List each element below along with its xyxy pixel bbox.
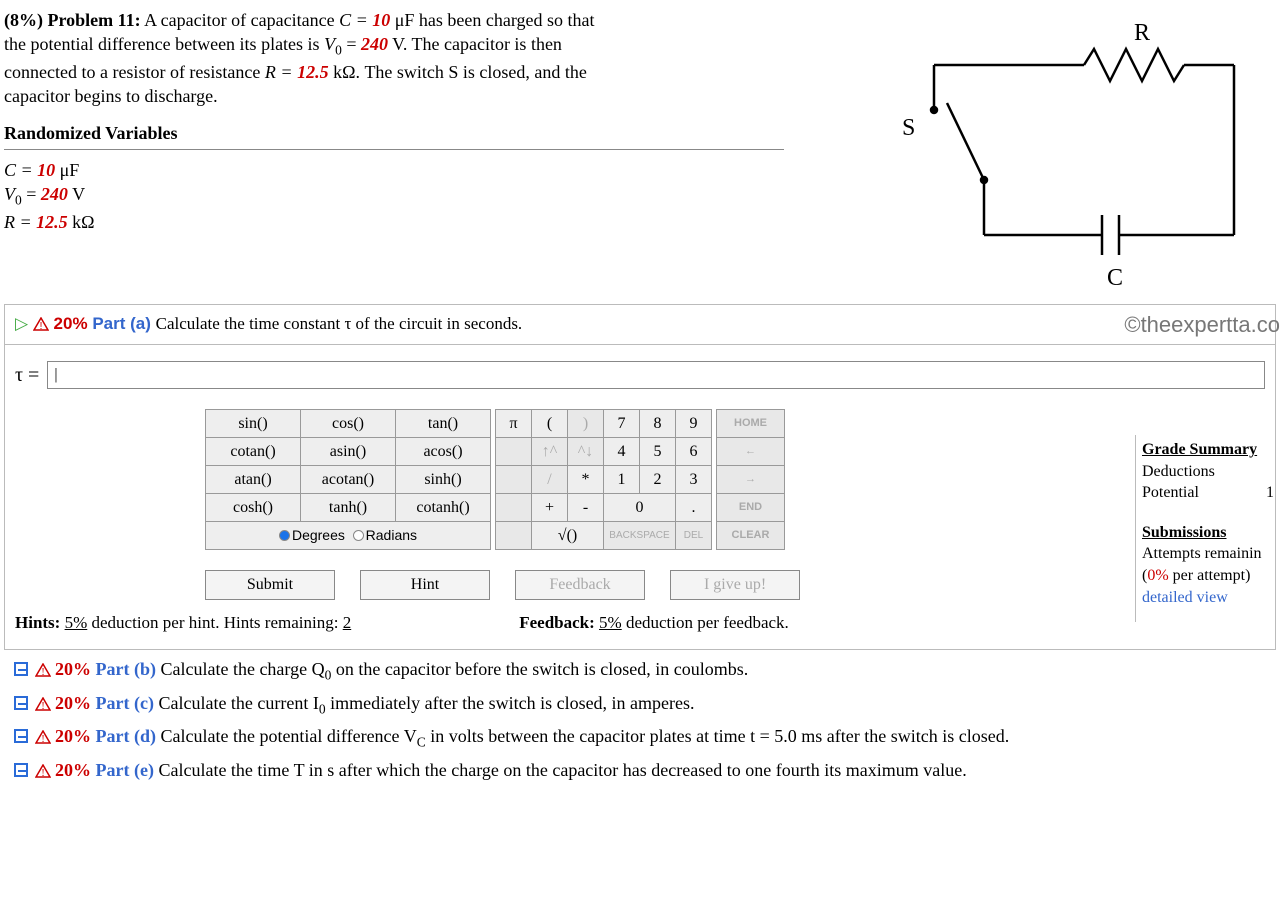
key-rparen[interactable]: ) [568, 410, 604, 438]
key-home[interactable]: HOME [717, 410, 785, 438]
key-cosh[interactable]: cosh() [206, 494, 301, 522]
feedback-button[interactable]: Feedback [515, 570, 645, 600]
key-up[interactable]: ↑^ [532, 438, 568, 466]
numeric-keypad: π ( ) 7 8 9 ↑^ ^↓ 4 5 6 / * 1 2 3 [495, 409, 712, 550]
key-right[interactable]: → [717, 466, 785, 494]
label-C: C [1107, 265, 1123, 291]
svg-text:!: ! [41, 768, 44, 778]
svg-text:!: ! [41, 701, 44, 711]
other-parts: ! 20% Part (b) Calculate the charge Q0 o… [4, 650, 1276, 789]
control-keypad: HOME ← → END CLEAR [716, 409, 785, 550]
key-star[interactable]: * [568, 466, 604, 494]
problem-statement: (8%) Problem 11: A capacitor of capacita… [4, 8, 784, 109]
part-a-header: ▷ ! 20% Part (a) Calculate the time cons… [5, 305, 1275, 345]
key-clear[interactable]: CLEAR [717, 522, 785, 550]
key-8[interactable]: 8 [640, 410, 676, 438]
key-spacer4 [496, 522, 532, 550]
key-4[interactable]: 4 [604, 438, 640, 466]
collapse-icon[interactable] [14, 729, 28, 743]
submit-button[interactable]: Submit [205, 570, 335, 600]
circuit-diagram: R S C [854, 10, 1274, 306]
part-e-row[interactable]: ! 20% Part (e) Calculate the time T in s… [14, 755, 1266, 786]
svg-text:!: ! [41, 734, 44, 744]
hints-info: Hints: 5% deduction per hint. Hints rema… [5, 612, 1275, 649]
key-0[interactable]: 0 [604, 494, 676, 522]
tau-label: τ = [15, 362, 39, 389]
play-icon: ▷ [15, 314, 28, 333]
part-c-row[interactable]: ! 20% Part (c) Calculate the current I0 … [14, 688, 1266, 722]
key-spacer2 [496, 466, 532, 494]
warning-icon: ! [35, 760, 51, 780]
key-minus[interactable]: - [568, 494, 604, 522]
key-plus[interactable]: + [532, 494, 568, 522]
key-slash[interactable]: / [532, 466, 568, 494]
warning-icon: ! [35, 659, 51, 679]
label-R: R [1134, 20, 1150, 46]
divider [4, 149, 784, 150]
collapse-icon[interactable] [14, 696, 28, 710]
key-sqrt[interactable]: √() [532, 522, 604, 550]
warning-icon: ! [35, 693, 51, 713]
key-asin[interactable]: asin() [301, 438, 396, 466]
key-cotan[interactable]: cotan() [206, 438, 301, 466]
key-dot[interactable]: . [676, 494, 712, 522]
key-atan[interactable]: atan() [206, 466, 301, 494]
key-sin[interactable]: sin() [206, 410, 301, 438]
key-lparen[interactable]: ( [532, 410, 568, 438]
watermark: ©theexpertta.co [1124, 310, 1280, 340]
key-dn[interactable]: ^↓ [568, 438, 604, 466]
warning-icon: ! [33, 314, 49, 333]
svg-text:!: ! [39, 321, 42, 331]
warning-icon: ! [35, 726, 51, 746]
key-del[interactable]: DEL [676, 522, 712, 550]
label-S: S [902, 115, 915, 141]
key-pi[interactable]: π [496, 410, 532, 438]
detailed-view-link[interactable]: detailed view [1142, 587, 1274, 609]
key-spacer1 [496, 438, 532, 466]
key-3[interactable]: 3 [676, 466, 712, 494]
key-5[interactable]: 5 [640, 438, 676, 466]
giveup-button[interactable]: I give up! [670, 570, 800, 600]
key-2[interactable]: 2 [640, 466, 676, 494]
hint-button[interactable]: Hint [360, 570, 490, 600]
key-left[interactable]: ← [717, 438, 785, 466]
key-7[interactable]: 7 [604, 410, 640, 438]
answer-input[interactable] [47, 361, 1265, 389]
key-sinh[interactable]: sinh() [396, 466, 491, 494]
key-cotanh[interactable]: cotanh() [396, 494, 491, 522]
key-1[interactable]: 1 [604, 466, 640, 494]
function-keypad: sin()cos()tan() cotan()asin()acos() atan… [205, 409, 491, 550]
key-backspace[interactable]: BACKSPACE [604, 522, 676, 550]
key-acotan[interactable]: acotan() [301, 466, 396, 494]
answer-panel: ▷ ! 20% Part (a) Calculate the time cons… [4, 304, 1276, 650]
svg-text:!: ! [41, 667, 44, 677]
key-tanh[interactable]: tanh() [301, 494, 396, 522]
collapse-icon[interactable] [14, 662, 28, 676]
collapse-icon[interactable] [14, 763, 28, 777]
key-end[interactable]: END [717, 494, 785, 522]
key-acos[interactable]: acos() [396, 438, 491, 466]
grade-summary: Grade Summary Deductions Potential1 Subm… [1135, 435, 1280, 622]
part-d-row[interactable]: ! 20% Part (d) Calculate the potential d… [14, 721, 1266, 755]
key-tan[interactable]: tan() [396, 410, 491, 438]
angle-mode[interactable]: Degrees Radians [206, 522, 491, 550]
part-b-row[interactable]: ! 20% Part (b) Calculate the charge Q0 o… [14, 654, 1266, 688]
key-spacer3 [496, 494, 532, 522]
key-cos[interactable]: cos() [301, 410, 396, 438]
key-6[interactable]: 6 [676, 438, 712, 466]
key-9[interactable]: 9 [676, 410, 712, 438]
